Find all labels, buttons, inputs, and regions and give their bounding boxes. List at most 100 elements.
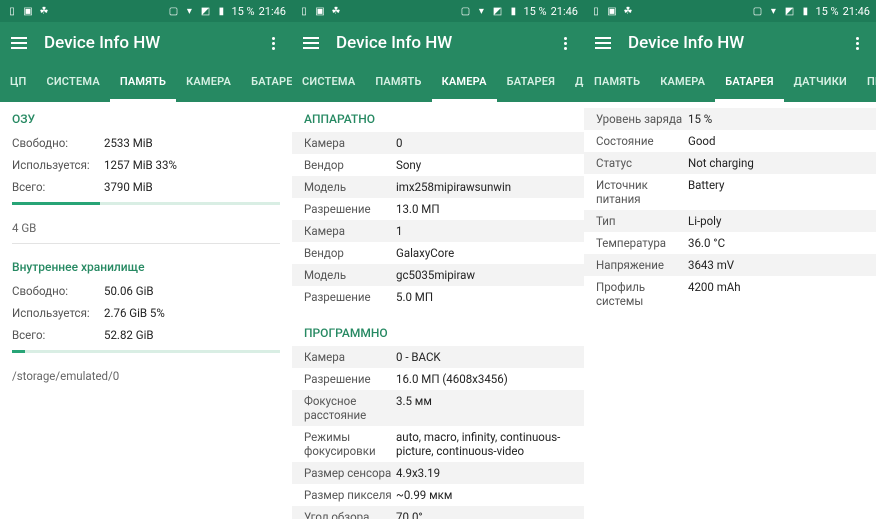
tab-apps[interactable]: ПРИЛ: [857, 64, 876, 102]
table-row: Разрешение5.0 МП: [292, 286, 584, 308]
tab-camera[interactable]: КАМЕРА: [650, 64, 715, 102]
row-key: Напряжение: [596, 258, 688, 272]
row-value: 15 %: [688, 112, 864, 126]
ram-size: 4 GB: [0, 215, 292, 241]
row-value: 3.5 мм: [396, 394, 572, 408]
tab-sensors[interactable]: ДАТЧИКИ: [784, 64, 857, 102]
nosim-icon: ◩: [491, 5, 503, 17]
row-value: GalaxyCore: [396, 246, 572, 260]
row-key: Размер пикселя: [304, 488, 396, 502]
row-key: Режимы фокусировки: [304, 430, 396, 458]
tab-battery[interactable]: БАТАРЕЯ: [715, 64, 783, 102]
table-row: СостояниеGood: [584, 130, 876, 152]
row-key: Температура: [596, 236, 688, 250]
table-row: Камера0 - BACK: [292, 346, 584, 368]
overflow-icon[interactable]: [846, 32, 868, 54]
tab-cpu[interactable]: ЦП: [0, 64, 36, 102]
ram-total-label: Всего:: [12, 180, 104, 194]
tab-camera[interactable]: КАМЕРА: [176, 64, 241, 102]
row-value: 3643 mV: [688, 258, 864, 272]
row-value: Good: [688, 134, 864, 148]
tab-system[interactable]: СИСТЕМА: [292, 64, 365, 102]
tab-memory[interactable]: ПАМЯТЬ: [110, 64, 176, 102]
tab-memory[interactable]: ПАМЯТЬ: [584, 64, 650, 102]
wifi-icon: ▾: [475, 5, 487, 17]
stor-total-label: Всего:: [12, 328, 104, 342]
pane-camera: ▯ ▣ ☘ ▢ ▾ ◩ ▮ 15 % 21:46 Device Info HW …: [292, 0, 584, 519]
table-row: СтатусNot charging: [584, 152, 876, 174]
battery-icon: ▮: [799, 5, 811, 17]
tab-battery[interactable]: БАТАРЕЯ: [241, 64, 292, 102]
row-key: Разрешение: [304, 202, 396, 216]
row-key: Статус: [596, 156, 688, 170]
pane-battery: ▯ ▣ ☘ ▢ ▾ ◩ ▮ 15 % 21:46 Device Info HW …: [584, 0, 876, 519]
storage-path: /storage/emulated/0: [0, 363, 292, 389]
overflow-icon[interactable]: [554, 32, 576, 54]
section-ram: ОЗУ: [0, 102, 292, 132]
notif-icon: ☘: [622, 5, 634, 17]
camera-content[interactable]: АППАРАТНО Камера0ВендорSonyМодельimx258m…: [292, 102, 584, 519]
battery-icon: ▮: [215, 5, 227, 17]
row-value: 4200 mAh: [688, 280, 864, 294]
battery-content[interactable]: Уровень заряда15 %СостояниеGoodСтатусNot…: [584, 102, 876, 519]
row-key: Вендор: [304, 246, 396, 260]
notif-icon: ▣: [606, 5, 618, 17]
row-value: Sony: [396, 158, 572, 172]
row-value: 36.0 °C: [688, 236, 864, 250]
table-row: Напряжение3643 mV: [584, 254, 876, 276]
row-key: Уровень заряда: [596, 112, 688, 126]
table-row: ТипLi-poly: [584, 210, 876, 232]
table-row: Камера0: [292, 132, 584, 154]
status-bar: ▯ ▣ ☘ ▢ ▾ ◩ ▮ 15 % 21:46: [292, 0, 584, 22]
tab-camera[interactable]: КАМЕРА: [432, 64, 497, 102]
app-bar: Device Info HW: [0, 22, 292, 64]
row-key: Камера: [304, 136, 396, 150]
row-value: 70.0°: [396, 510, 572, 519]
notif-icon: ▯: [6, 5, 18, 17]
tabs: ПАМЯТЬ КАМЕРА БАТАРЕЯ ДАТЧИКИ ПРИЛ: [584, 64, 876, 102]
row-value: gc5035mipiraw: [396, 268, 572, 282]
ram-free-label: Свободно:: [12, 136, 104, 150]
row-key: Профиль системы: [596, 280, 688, 308]
row-key: Угол обзора: [304, 510, 396, 519]
tab-system[interactable]: СИСТЕМА: [36, 64, 109, 102]
notif-icon: ▣: [22, 5, 34, 17]
table-row: Модельimx258mipirawsunwin: [292, 176, 584, 198]
row-key: Камера: [304, 350, 396, 364]
clock: 21:46: [843, 5, 870, 18]
tab-memory[interactable]: ПАМЯТЬ: [365, 64, 431, 102]
tab-sensors[interactable]: ДАТЧИКИ: [565, 64, 584, 102]
table-row: ВендорGalaxyCore: [292, 242, 584, 264]
overflow-icon[interactable]: [262, 32, 284, 54]
row-key: Камера: [304, 224, 396, 238]
nosim-icon: ◩: [199, 5, 211, 17]
ram-used-label: Используется:: [12, 158, 104, 172]
vibrate-icon: ▢: [167, 5, 179, 17]
hamburger-icon[interactable]: [592, 32, 614, 54]
table-row: Разрешение16.0 МП (4608x3456): [292, 368, 584, 390]
notif-icon: ▯: [590, 5, 602, 17]
section-storage: Внутреннее хранилище: [0, 250, 292, 280]
row-value: ~0.99 мкм: [396, 488, 572, 502]
ram-free-value: 2533 MiB: [104, 136, 280, 150]
tab-battery[interactable]: БАТАРЕЯ: [497, 64, 565, 102]
table-row: Модельgc5035mipiraw: [292, 264, 584, 286]
row-value: 16.0 МП (4608x3456): [396, 372, 572, 386]
row-value: Not charging: [688, 156, 864, 170]
battery-icon: ▮: [507, 5, 519, 17]
hamburger-icon[interactable]: [8, 32, 30, 54]
table-row: Угол обзора70.0°: [292, 506, 584, 519]
row-key: Разрешение: [304, 372, 396, 386]
status-bar: ▯ ▣ ☘ ▢ ▾ ◩ ▮ 15 % 21:46: [0, 0, 292, 22]
table-row: Режимы фокусировкиauto, macro, infinity,…: [292, 426, 584, 462]
stor-total-value: 52.82 GiB: [104, 328, 280, 342]
table-row: Температура36.0 °C: [584, 232, 876, 254]
hamburger-icon[interactable]: [300, 32, 322, 54]
table-row: Профиль системы4200 mAh: [584, 276, 876, 312]
ram-total-value: 3790 MiB: [104, 180, 280, 194]
ram-progress: [12, 202, 280, 205]
memory-content[interactable]: ОЗУ Свободно:2533 MiB Используется:1257 …: [0, 102, 292, 519]
ram-used-value: 1257 MiB 33%: [104, 158, 280, 172]
clock: 21:46: [551, 5, 578, 18]
app-bar: Device Info HW: [292, 22, 584, 64]
